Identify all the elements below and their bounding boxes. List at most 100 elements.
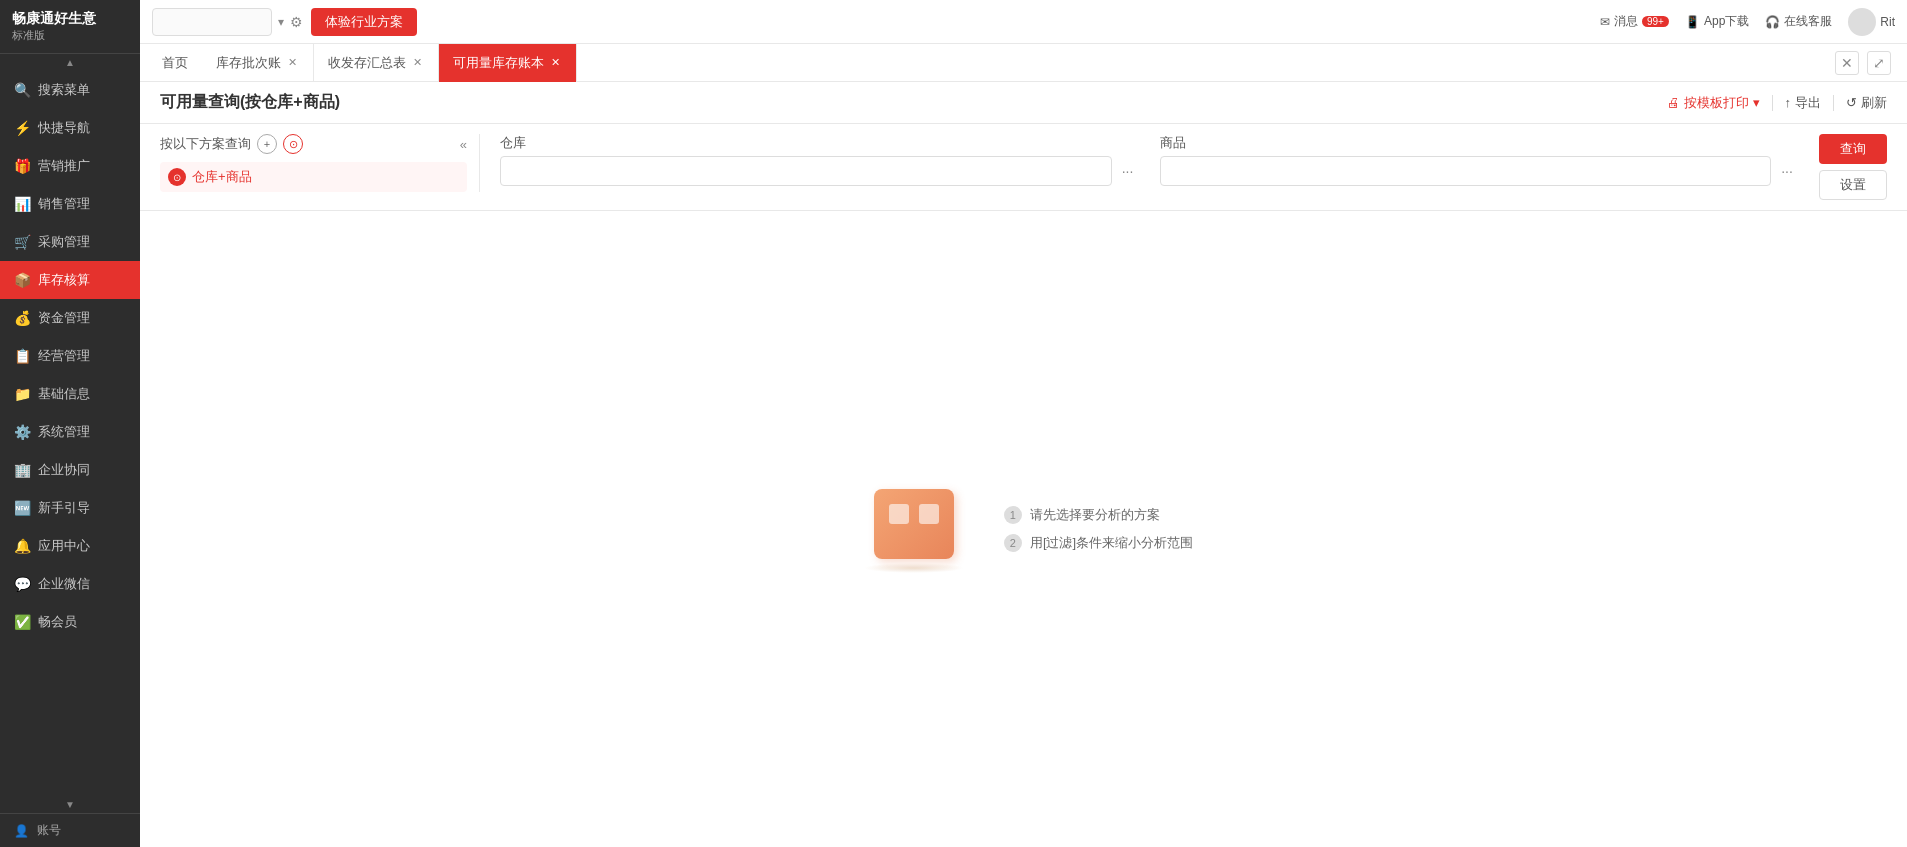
sidebar-item-shortcut[interactable]: ⚡ 快捷导航 (0, 109, 140, 147)
message-button[interactable]: ✉ 消息 99+ (1600, 13, 1669, 30)
sidebar-item-marketing[interactable]: 🎁 营销推广 (0, 147, 140, 185)
user-profile-button[interactable]: Rit (1848, 8, 1895, 36)
filter-scheme-panel: 按以下方案查询 + ⊙ « ⊙ 仓库+商品 (160, 134, 480, 192)
sidebar-item-purchase[interactable]: 🛒 采购管理 (0, 223, 140, 261)
tab-batch[interactable]: 库存批次账 ✕ (202, 44, 314, 82)
scheme-item-label: 仓库+商品 (192, 168, 252, 186)
empty-text: 1 请先选择要分析的方案 2 用[过滤]条件来缩小分析范围 (1004, 506, 1193, 552)
empty-state: 1 请先选择要分析的方案 2 用[过滤]条件来缩小分析范围 (140, 211, 1907, 847)
filter-product-field: 商品 ··· (1160, 134, 1800, 186)
tab-summary-label: 收发存汇总表 (328, 54, 406, 72)
warehouse-input[interactable] (500, 156, 1112, 186)
home-label: 首页 (162, 54, 188, 72)
refresh-icon: ↺ (1846, 95, 1857, 110)
empty-content: 1 请先选择要分析的方案 2 用[过滤]条件来缩小分析范围 (854, 469, 1193, 589)
sidebar-logo: 畅康通好生意 标准版 (0, 0, 140, 54)
warehouse-more-btn[interactable]: ··· (1116, 159, 1140, 183)
page-header: 可用量查询(按仓库+商品) 🖨 按模板打印 ▾ ↑ 导出 ↺ 刷新 (140, 82, 1907, 124)
chat-icon: 💬 (14, 576, 30, 592)
sidebar-item-basic[interactable]: 📁 基础信息 (0, 375, 140, 413)
tab-expand-btn[interactable]: ⤢ (1867, 51, 1891, 75)
filter-settings-btn[interactable]: ⊙ (283, 134, 303, 154)
tab-summary[interactable]: 收发存汇总表 ✕ (314, 44, 439, 82)
clipboard-icon: 📋 (14, 348, 30, 364)
step-1-circle: 1 (1004, 506, 1022, 524)
filter-fields: 仓库 ··· 商品 ··· (480, 134, 1799, 186)
sidebar-item-sales[interactable]: 📊 销售管理 (0, 185, 140, 223)
sidebar-item-label: 畅会员 (38, 613, 77, 631)
sidebar-item-member[interactable]: ✅ 畅会员 (0, 603, 140, 641)
product-more-btn[interactable]: ··· (1775, 159, 1799, 183)
filter-panel: 按以下方案查询 + ⊙ « ⊙ 仓库+商品 仓库 ··· (140, 124, 1907, 211)
query-button[interactable]: 查询 (1819, 134, 1887, 164)
sidebar-item-label: 应用中心 (38, 537, 90, 555)
main-area: ▾ ⚙ 体验行业方案 ✉ 消息 99+ 📱 App下载 🎧 在线客服 Rit (140, 0, 1907, 847)
topbar-search-area: ▾ ⚙ (152, 8, 303, 36)
gift-icon: 🎁 (14, 158, 30, 174)
refresh-button[interactable]: ↺ 刷新 (1846, 94, 1887, 112)
sidebar-item-finance[interactable]: 💰 资金管理 (0, 299, 140, 337)
topbar-gear-icon[interactable]: ⚙ (290, 14, 303, 30)
sidebar-nav: 🔍 搜索菜单 ⚡ 快捷导航 🎁 营销推广 📊 销售管理 🛒 采购管理 📦 库存核… (0, 71, 140, 796)
sidebar-item-inventory[interactable]: 📦 库存核算 (0, 261, 140, 299)
export-label: 导出 (1795, 94, 1821, 112)
page-header-actions: 🖨 按模板打印 ▾ ↑ 导出 ↺ 刷新 (1667, 94, 1888, 112)
empty-step-1-text: 请先选择要分析的方案 (1030, 506, 1160, 524)
topbar-right: ✉ 消息 99+ 📱 App下载 🎧 在线客服 Rit (1600, 8, 1895, 36)
sidebar-item-enterprise[interactable]: 🏢 企业协同 (0, 451, 140, 489)
sidebar-item-system[interactable]: ⚙️ 系统管理 (0, 413, 140, 451)
product-input[interactable] (1160, 156, 1772, 186)
online-service-button[interactable]: 🎧 在线客服 (1765, 13, 1832, 30)
divider-1 (1772, 95, 1773, 111)
search-icon: 🔍 (14, 82, 30, 98)
tab-available-close[interactable]: ✕ (548, 56, 562, 70)
sidebar-item-label: 采购管理 (38, 233, 90, 251)
robot-box-icon (874, 489, 954, 559)
sidebar-item-label: 快捷导航 (38, 119, 90, 137)
tab-home[interactable]: 首页 (148, 44, 202, 82)
step-2-circle: 2 (1004, 534, 1022, 552)
topbar-search-input[interactable] (152, 8, 272, 36)
sidebar-item-label: 库存核算 (38, 271, 90, 289)
product-label: 商品 (1160, 134, 1800, 152)
app-title: 畅康通好生意 (12, 10, 128, 28)
sidebar-item-label: 搜索菜单 (38, 81, 90, 99)
topbar: ▾ ⚙ 体验行业方案 ✉ 消息 99+ 📱 App下载 🎧 在线客服 Rit (140, 0, 1907, 44)
sidebar-bottom[interactable]: 👤 账号 (0, 813, 140, 847)
message-badge: 99+ (1642, 16, 1669, 27)
dropdown-icon[interactable]: ▾ (278, 15, 284, 29)
sidebar-item-guide[interactable]: 🆕 新手引导 (0, 489, 140, 527)
app-download-label: App下载 (1704, 13, 1749, 30)
print-button[interactable]: 🖨 按模板打印 ▾ (1667, 94, 1760, 112)
tab-batch-close[interactable]: ✕ (285, 56, 299, 70)
online-service-label: 在线客服 (1784, 13, 1832, 30)
sidebar-item-operations[interactable]: 📋 经营管理 (0, 337, 140, 375)
app-subtitle: 标准版 (12, 28, 128, 43)
print-icon: 🖨 (1667, 95, 1680, 110)
tab-close-all-btn[interactable]: ✕ (1835, 51, 1859, 75)
app-download-button[interactable]: 📱 App下载 (1685, 13, 1749, 30)
tab-available[interactable]: 可用量库存账本 ✕ (439, 44, 577, 82)
sidebar-scroll-up[interactable]: ▲ (0, 54, 140, 71)
sidebar-item-search[interactable]: 🔍 搜索菜单 (0, 71, 140, 109)
export-button[interactable]: ↑ 导出 (1785, 94, 1822, 112)
filter-scheme-item[interactable]: ⊙ 仓库+商品 (160, 162, 467, 192)
filter-add-btn[interactable]: + (257, 134, 277, 154)
settings-button[interactable]: 设置 (1819, 170, 1887, 200)
filter-collapse-btn[interactable]: « (460, 137, 467, 152)
sidebar-item-wechat[interactable]: 💬 企业微信 (0, 565, 140, 603)
empty-step-2-text: 用[过滤]条件来缩小分析范围 (1030, 534, 1193, 552)
empty-illustration (854, 469, 974, 589)
sidebar-scroll-down[interactable]: ▼ (0, 796, 140, 813)
trial-button[interactable]: 体验行业方案 (311, 8, 417, 36)
message-icon: ✉ (1600, 15, 1610, 29)
tab-summary-close[interactable]: ✕ (410, 56, 424, 70)
filter-left-header: 按以下方案查询 + ⊙ « (160, 134, 467, 154)
sidebar-item-label: 企业微信 (38, 575, 90, 593)
sidebar-item-apps[interactable]: 🔔 应用中心 (0, 527, 140, 565)
warehouse-input-row: ··· (500, 156, 1140, 186)
sidebar-item-label: 资金管理 (38, 309, 90, 327)
filter-actions: 查询 设置 (1819, 134, 1887, 200)
tab-batch-label: 库存批次账 (216, 54, 281, 72)
sidebar: 畅康通好生意 标准版 ▲ 🔍 搜索菜单 ⚡ 快捷导航 🎁 营销推广 📊 销售管理… (0, 0, 140, 847)
